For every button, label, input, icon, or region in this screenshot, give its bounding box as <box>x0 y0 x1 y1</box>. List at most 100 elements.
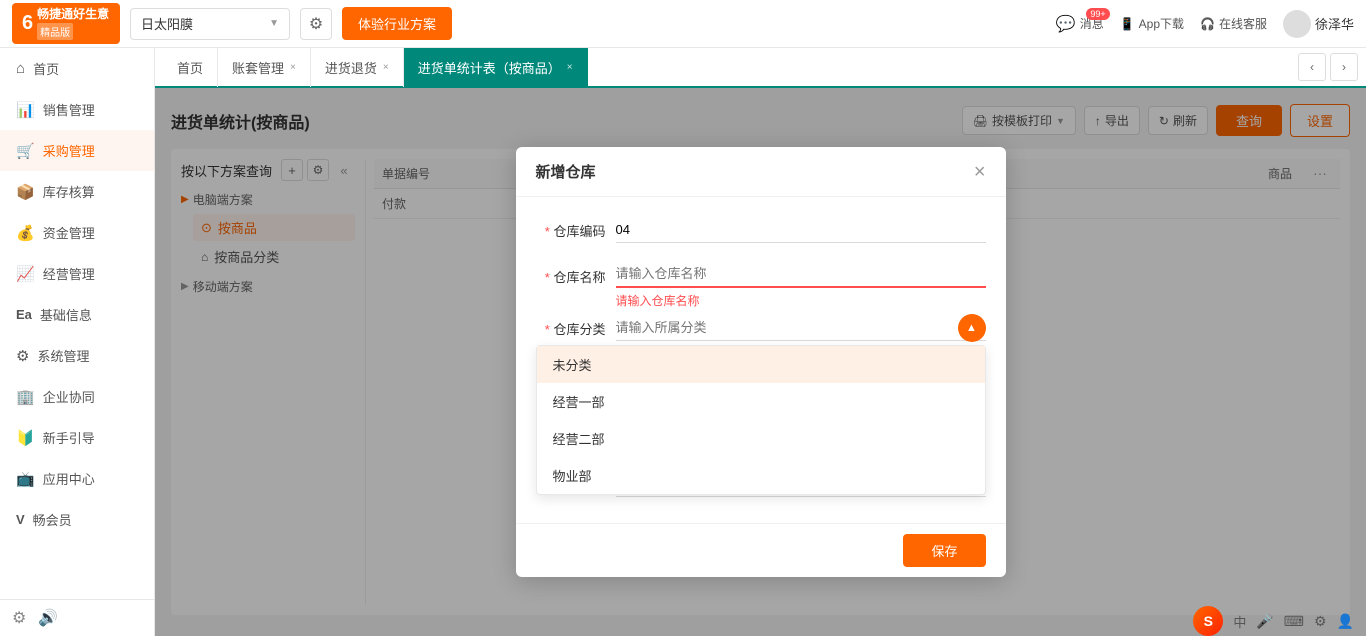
sidebar-label-finance: 资金管理 <box>43 223 95 242</box>
sidebar-item-inventory[interactable]: 📦 库存核算 <box>0 171 154 212</box>
tab-purchase-stat-close-icon[interactable]: × <box>567 62 573 73</box>
code-input-wrap <box>616 217 986 243</box>
tab-purchase-return-close-icon[interactable]: × <box>383 62 389 73</box>
modal-header: 新增仓库 × <box>516 147 1006 197</box>
sidebar-item-enterprise[interactable]: 🏢 企业协同 <box>0 376 154 417</box>
tab-accounts-label: 账套管理 <box>232 58 284 77</box>
dropdown-item-dept2[interactable]: 经营二部 <box>537 420 985 457</box>
tab-bar-right: ‹ › <box>1298 53 1358 81</box>
gear-button[interactable]: ⚙ <box>300 8 332 40</box>
message-badge: 99+ <box>1086 8 1109 20</box>
finance-icon: 💰 <box>16 224 35 242</box>
header-right: 💬 99+ 消息 📱 App下载 🎧 在线客服 徐泽华 <box>1056 10 1354 38</box>
sidebar-item-sales[interactable]: 📊 销售管理 <box>0 89 154 130</box>
vip-icon: V <box>16 512 25 527</box>
name-error-msg: 请输入仓库名称 <box>616 292 986 309</box>
sidebar-item-appcenter[interactable]: 📺 应用中心 <box>0 458 154 499</box>
sidebar-item-guide[interactable]: 🔰 新手引导 <box>0 417 154 458</box>
inventory-icon: 📦 <box>16 183 35 201</box>
sidebar: ⌂ 首页 📊 销售管理 🛒 采购管理 📦 库存核算 💰 资金管理 📈 经营管理 … <box>0 48 155 636</box>
logo-area[interactable]: 6 畅捷通好生意 精品版 <box>12 3 120 44</box>
content-area: 首页 账套管理 × 进货退货 × 进货单统计表（按商品） × ‹ › <box>155 48 1366 636</box>
sidebar-label-inventory: 库存核算 <box>43 182 95 201</box>
operation-icon: 📈 <box>16 265 35 283</box>
form-row-category: * 仓库分类 ▲ 未分类 <box>536 315 986 341</box>
code-input[interactable] <box>616 217 986 243</box>
volume-icon[interactable]: 🔊 <box>38 608 58 628</box>
category-dropdown-arrow[interactable]: ▲ <box>958 314 986 342</box>
logo-tag: 精品版 <box>37 23 73 40</box>
store-selector[interactable]: 日太阳膜 ▼ <box>130 8 290 40</box>
sidebar-label-purchase: 采购管理 <box>43 141 95 160</box>
sidebar-item-home[interactable]: ⌂ 首页 <box>0 48 154 89</box>
save-button[interactable]: 保存 <box>903 534 985 567</box>
store-name: 日太阳膜 <box>141 14 265 33</box>
main-layout: ⌂ 首页 📊 销售管理 🛒 采购管理 📦 库存核算 💰 资金管理 📈 经营管理 … <box>0 48 1366 636</box>
basic-icon: Ea <box>16 307 32 322</box>
sidebar-label-enterprise: 企业协同 <box>43 387 95 406</box>
keyboard-icon[interactable]: ⌨ <box>1284 613 1304 630</box>
dropdown-item-property[interactable]: 物业部 <box>537 457 985 494</box>
name-input[interactable] <box>616 261 986 288</box>
tab-home[interactable]: 首页 <box>163 48 218 87</box>
sidebar-item-system[interactable]: ⚙ 系统管理 <box>0 335 154 376</box>
sidebar-item-basic[interactable]: Ea 基础信息 <box>0 294 154 335</box>
avatar <box>1283 10 1311 38</box>
top-header: 6 畅捷通好生意 精品版 日太阳膜 ▼ ⚙ 体验行业方案 💬 99+ 消息 📱 … <box>0 0 1366 48</box>
modal-footer: 保存 <box>516 523 1006 577</box>
dropdown-item-dept1[interactable]: 经营一部 <box>537 383 985 420</box>
purchase-icon: 🛒 <box>16 142 35 160</box>
appcenter-icon: 📺 <box>16 470 35 488</box>
user-area[interactable]: 徐泽华 <box>1283 10 1354 38</box>
tab-nav-prev[interactable]: ‹ <box>1298 53 1326 81</box>
sidebar-label-guide: 新手引导 <box>43 428 95 447</box>
headset-icon: 🎧 <box>1200 17 1215 31</box>
cn-icon[interactable]: 中 <box>1233 612 1246 631</box>
sidebar-bottom: ⚙ 🔊 <box>0 599 154 636</box>
dropdown-item-unclassified[interactable]: 未分类 <box>537 346 985 383</box>
sidebar-item-operation[interactable]: 📈 经营管理 <box>0 253 154 294</box>
settings-icon[interactable]: ⚙ <box>1314 613 1327 630</box>
sales-icon: 📊 <box>16 101 35 119</box>
sidebar-item-vip[interactable]: V 畅会员 <box>0 499 154 540</box>
modal-body: * 仓库编码 * 仓库名称 <box>516 197 1006 523</box>
online-service-item[interactable]: 🎧 在线客服 <box>1200 15 1267 32</box>
settings-bottom-icon[interactable]: ⚙ <box>12 608 26 628</box>
user-name: 徐泽华 <box>1315 14 1354 33</box>
user-status-icon[interactable]: 👤 <box>1337 613 1354 630</box>
gear-icon: ⚙ <box>309 14 323 34</box>
tab-purchase-stat[interactable]: 进货单统计表（按商品） × <box>404 48 588 87</box>
tab-purchase-return-label: 进货退货 <box>325 58 377 77</box>
tab-purchase-stat-label: 进货单统计表（按商品） <box>418 58 561 77</box>
sidebar-label-appcenter: 应用中心 <box>43 469 95 488</box>
category-label: * 仓库分类 <box>536 319 616 338</box>
category-input-wrap: ▲ 未分类 经营一部 <box>616 315 986 341</box>
tab-bar: 首页 账套管理 × 进货退货 × 进货单统计表（按商品） × ‹ › <box>155 48 1366 88</box>
name-label: * 仓库名称 <box>536 261 616 286</box>
guide-icon: 🔰 <box>16 429 35 447</box>
tab-nav-next[interactable]: › <box>1330 53 1358 81</box>
sidebar-label-sales: 销售管理 <box>43 100 95 119</box>
app-download-label: App下载 <box>1139 15 1184 32</box>
modal: 新增仓库 × * 仓库编码 <box>516 147 1006 577</box>
app-download-item[interactable]: 📱 App下载 <box>1120 15 1184 32</box>
category-input[interactable] <box>616 315 986 341</box>
sidebar-label-system: 系统管理 <box>37 346 89 365</box>
sidebar-label-operation: 经营管理 <box>43 264 95 283</box>
name-input-wrap: 请输入仓库名称 <box>616 261 986 309</box>
tab-purchase-return[interactable]: 进货退货 × <box>311 48 404 87</box>
chevron-right-icon: › <box>1342 60 1346 74</box>
trial-button[interactable]: 体验行业方案 <box>342 7 452 40</box>
modal-close-icon[interactable]: × <box>974 162 986 182</box>
tab-accounts[interactable]: 账套管理 × <box>218 48 311 87</box>
message-icon: 💬 <box>1056 14 1076 34</box>
tab-accounts-close-icon[interactable]: × <box>290 62 296 73</box>
sidebar-label-vip: 畅会员 <box>33 510 72 529</box>
form-row-name: * 仓库名称 请输入仓库名称 <box>536 261 986 309</box>
modal-overlay[interactable]: 新增仓库 × * 仓库编码 <box>155 88 1366 636</box>
s-logo[interactable]: S <box>1193 606 1223 636</box>
message-item[interactable]: 💬 99+ 消息 <box>1056 14 1104 34</box>
mic-icon[interactable]: 🎤 <box>1256 613 1273 630</box>
sidebar-item-purchase[interactable]: 🛒 采购管理 <box>0 130 154 171</box>
sidebar-item-finance[interactable]: 💰 资金管理 <box>0 212 154 253</box>
